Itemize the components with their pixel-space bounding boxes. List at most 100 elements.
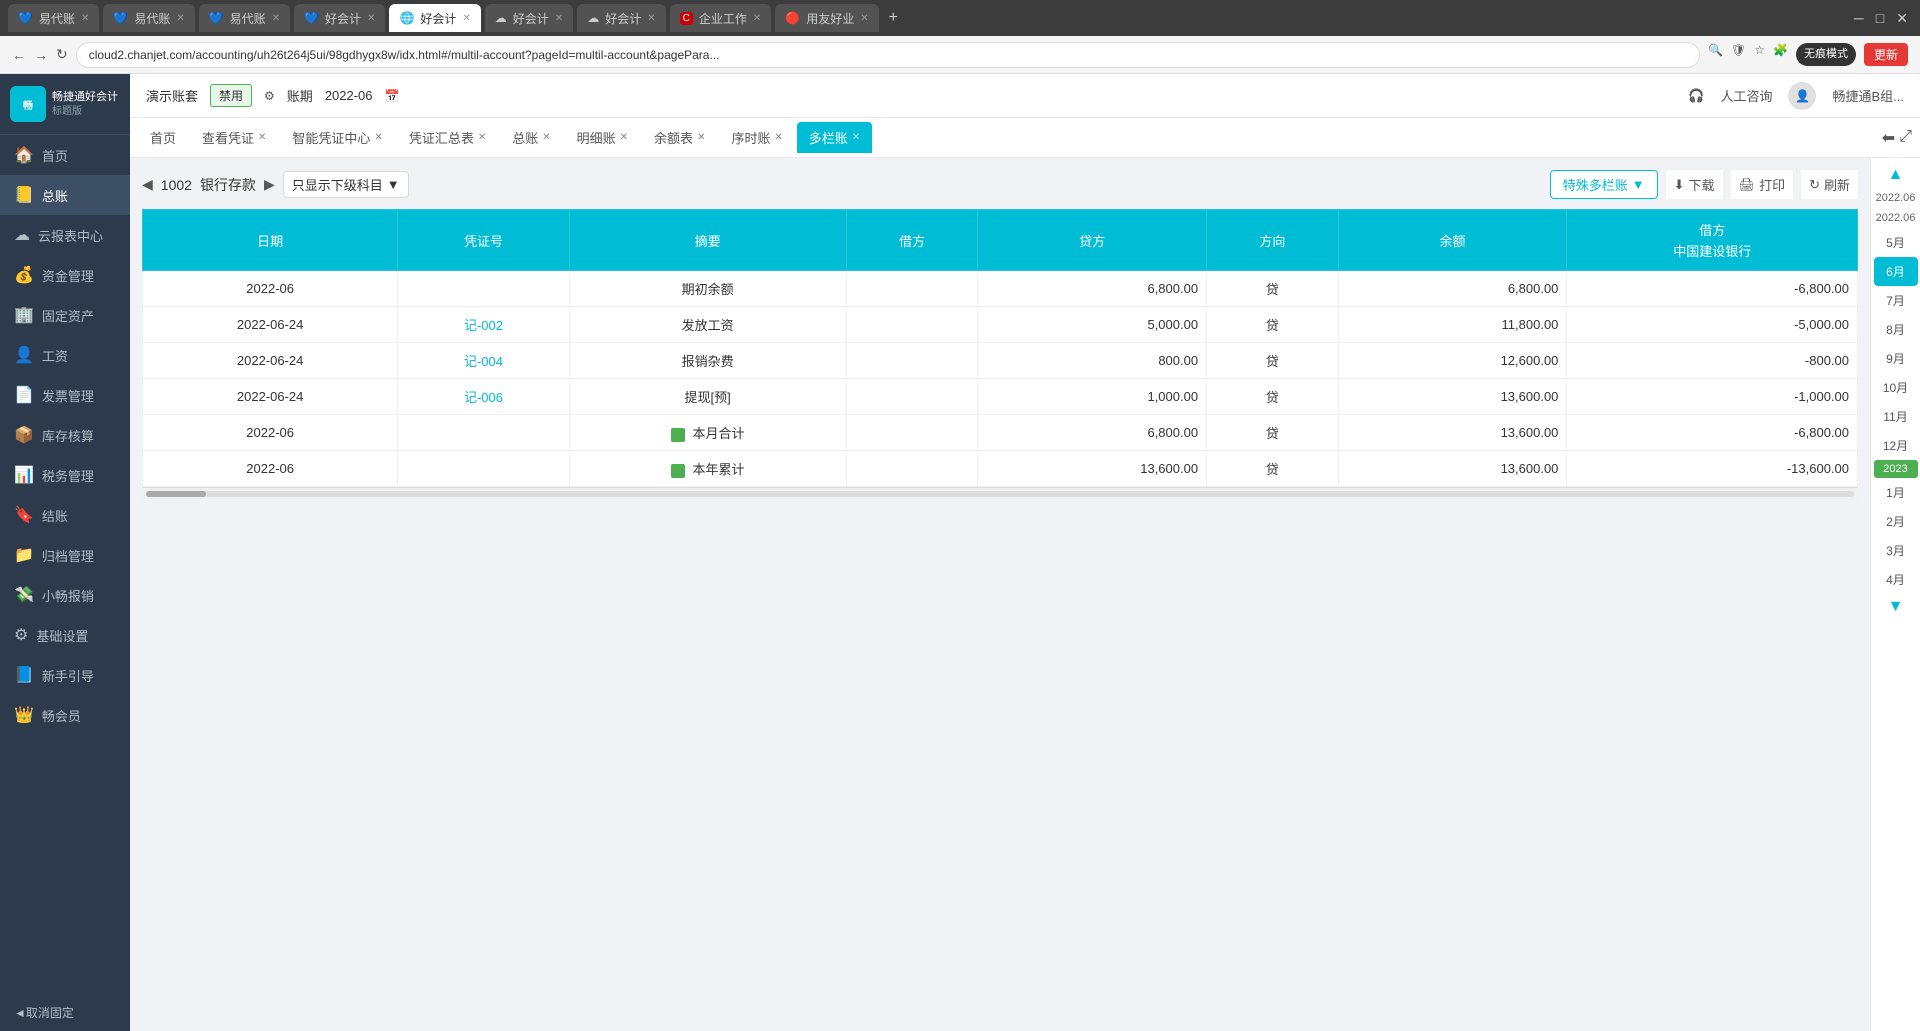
sidebar-item-ledger[interactable]: 📒 总账 bbox=[0, 175, 130, 215]
sidebar-item-invoice[interactable]: 📄 发票管理 bbox=[0, 375, 130, 415]
cell-voucher-3[interactable]: 记-004 bbox=[398, 343, 569, 379]
back-button[interactable]: ← bbox=[12, 47, 26, 63]
extension-icon[interactable]: 🧩 bbox=[1773, 43, 1788, 66]
table-row: 2022-06 本年累计 13,600.00 贷 13,600.00 -13,6… bbox=[143, 451, 1858, 487]
browser-tab-1[interactable]: 💙 易代账 ✕ bbox=[8, 4, 99, 32]
tab-close-detail[interactable]: ✕ bbox=[620, 132, 628, 143]
close-window-button[interactable]: ✕ bbox=[1892, 10, 1912, 27]
url-input[interactable]: cloud2.chanjet.com/accounting/uh26t264j5… bbox=[76, 42, 1700, 68]
sidebar-item-close-period[interactable]: 🔖 结账 bbox=[0, 495, 130, 535]
sub-account-filter[interactable]: 只显示下级科目 ▼ bbox=[283, 171, 409, 198]
minimize-button[interactable]: ─ bbox=[1850, 10, 1868, 27]
no-trace-label[interactable]: 无痕模式 bbox=[1796, 43, 1856, 66]
tab-close-summary[interactable]: ✕ bbox=[478, 132, 486, 143]
calendar-scroll-up[interactable]: ▲ bbox=[1884, 162, 1908, 188]
calendar-month-6[interactable]: 6月 bbox=[1874, 257, 1918, 286]
cell-voucher-2[interactable]: 记-002 bbox=[398, 307, 569, 343]
tab-balance[interactable]: 余额表 ✕ bbox=[642, 122, 717, 153]
calendar-month-8[interactable]: 8月 bbox=[1874, 315, 1918, 344]
tab-close-3[interactable]: ✕ bbox=[272, 13, 280, 24]
sidebar-item-fund[interactable]: 💰 资金管理 bbox=[0, 255, 130, 295]
calendar-month-7[interactable]: 7月 bbox=[1874, 286, 1918, 315]
calendar-month-11[interactable]: 11月 bbox=[1874, 402, 1918, 431]
browser-tab-9[interactable]: 🔴 用友好业 ✕ bbox=[775, 4, 878, 32]
tab-close-4[interactable]: ✕ bbox=[367, 13, 375, 24]
sidebar-item-inventory[interactable]: 📦 库存核算 bbox=[0, 415, 130, 455]
update-button[interactable]: 更新 bbox=[1864, 43, 1908, 66]
tabs-collapse-icon[interactable]: ⬅ bbox=[1882, 128, 1895, 148]
sidebar-item-guide[interactable]: 📘 新手引导 bbox=[0, 655, 130, 695]
tab-detail-ledger[interactable]: 明细账 ✕ bbox=[565, 122, 640, 153]
sidebar-item-assets[interactable]: 🏢 固定资产 bbox=[0, 295, 130, 335]
new-tab-button[interactable]: + bbox=[883, 9, 904, 27]
calendar-icon[interactable]: 📅 bbox=[385, 89, 400, 103]
browser-tab-3[interactable]: 💙 易代账 ✕ bbox=[199, 4, 290, 32]
tab-close-1[interactable]: ✕ bbox=[81, 13, 89, 24]
cell-voucher-4[interactable]: 记-006 bbox=[398, 379, 569, 415]
browser-tab-5[interactable]: 🌐 好会计 ✕ bbox=[389, 4, 480, 32]
download-button[interactable]: ⬇ 下载 bbox=[1666, 170, 1723, 199]
settings-gear-icon[interactable]: ⚙ bbox=[264, 89, 275, 103]
calendar-month-2[interactable]: 2月 bbox=[1874, 507, 1918, 536]
calendar-month-9[interactable]: 9月 bbox=[1874, 344, 1918, 373]
tab-close-2[interactable]: ✕ bbox=[176, 13, 184, 24]
browser-tab-6[interactable]: ☁ 好会计 ✕ bbox=[485, 4, 573, 32]
calendar-month-1[interactable]: 1月 bbox=[1874, 478, 1918, 507]
tab-sequence[interactable]: 序时账 ✕ bbox=[719, 122, 794, 153]
forward-button[interactable]: → bbox=[34, 47, 48, 63]
archive-icon: 📁 bbox=[14, 545, 34, 565]
calendar-month-12[interactable]: 12月 bbox=[1874, 431, 1918, 460]
sidebar-item-archive[interactable]: 📁 归档管理 bbox=[0, 535, 130, 575]
sidebar-label-archive: 归档管理 bbox=[42, 546, 94, 565]
reload-button[interactable]: ↻ bbox=[56, 46, 68, 63]
calendar-month-4[interactable]: 4月 bbox=[1874, 565, 1918, 594]
next-account-button[interactable]: ▶ bbox=[264, 176, 275, 193]
sidebar-item-tax[interactable]: 📊 税务管理 bbox=[0, 455, 130, 495]
calendar-scroll-down[interactable]: ▼ bbox=[1884, 594, 1908, 620]
restore-button[interactable]: □ bbox=[1872, 10, 1888, 27]
tab-close-6[interactable]: ✕ bbox=[555, 13, 563, 24]
tab-smart-voucher[interactable]: 智能凭证中心 ✕ bbox=[280, 122, 394, 153]
sidebar-item-cloud-report[interactable]: ☁ 云报表中心 bbox=[0, 215, 130, 255]
tab-close-balance[interactable]: ✕ bbox=[697, 132, 705, 143]
browser-tab-8[interactable]: C 企业工作 ✕ bbox=[670, 4, 772, 32]
tab-close-general[interactable]: ✕ bbox=[542, 132, 550, 143]
calendar-month-10[interactable]: 10月 bbox=[1874, 373, 1918, 402]
prev-account-button[interactable]: ◀ bbox=[142, 176, 153, 193]
search-icon[interactable]: 🔍 bbox=[1708, 43, 1723, 66]
scrollbar-thumb[interactable] bbox=[146, 491, 206, 497]
calendar-month-5[interactable]: 5月 bbox=[1874, 228, 1918, 257]
tab-close-smart[interactable]: ✕ bbox=[374, 132, 382, 143]
tab-close-view-voucher[interactable]: ✕ bbox=[258, 132, 266, 143]
print-button[interactable]: 🖨 打印 bbox=[1731, 170, 1794, 199]
special-multi-column-button[interactable]: 特殊多栏账 ▼ bbox=[1550, 170, 1658, 199]
cell-credit-6: 13,600.00 bbox=[978, 451, 1207, 487]
sidebar-item-settings[interactable]: ⚙ 基础设置 bbox=[0, 615, 130, 655]
tab-view-voucher[interactable]: 查看凭证 ✕ bbox=[190, 122, 278, 153]
consult-label[interactable]: 人工咨询 bbox=[1720, 86, 1772, 105]
tab-voucher-summary[interactable]: 凭证汇总表 ✕ bbox=[397, 122, 498, 153]
tab-multi-column[interactable]: 多栏账 ✕ bbox=[797, 122, 872, 153]
tab-general-ledger[interactable]: 总账 ✕ bbox=[500, 122, 562, 153]
tabs-expand-icon[interactable]: ⤢ bbox=[1899, 128, 1912, 148]
calendar-month-3[interactable]: 3月 bbox=[1874, 536, 1918, 565]
sidebar-item-expense[interactable]: 💸 小畅报销 bbox=[0, 575, 130, 615]
tab-close-multi[interactable]: ✕ bbox=[852, 132, 860, 143]
sidebar-item-member[interactable]: 👑 畅会员 bbox=[0, 695, 130, 735]
star-icon[interactable]: ☆ bbox=[1754, 43, 1765, 66]
sidebar-item-home[interactable]: 🏠 首页 bbox=[0, 135, 130, 175]
tab-close-sequence[interactable]: ✕ bbox=[774, 132, 782, 143]
browser-tab-4[interactable]: 💙 好会计 ✕ bbox=[294, 4, 385, 32]
tab-close-8[interactable]: ✕ bbox=[753, 13, 761, 24]
refresh-button[interactable]: ↻ 刷新 bbox=[1801, 170, 1858, 199]
tab-home[interactable]: 首页 bbox=[138, 122, 188, 153]
browser-tab-7[interactable]: ☁ 好会计 ✕ bbox=[577, 4, 665, 32]
tab-close-9[interactable]: ✕ bbox=[860, 13, 868, 24]
pin-button[interactable]: ◄取消固定 bbox=[0, 994, 130, 1031]
horizontal-scrollbar[interactable] bbox=[142, 487, 1858, 499]
tab-close-5[interactable]: ✕ bbox=[462, 13, 470, 24]
browser-tab-2[interactable]: 💙 易代账 ✕ bbox=[103, 4, 194, 32]
user-label[interactable]: 畅捷通B组... bbox=[1832, 86, 1904, 105]
tab-close-7[interactable]: ✕ bbox=[647, 13, 655, 24]
sidebar-item-salary[interactable]: 👤 工资 bbox=[0, 335, 130, 375]
